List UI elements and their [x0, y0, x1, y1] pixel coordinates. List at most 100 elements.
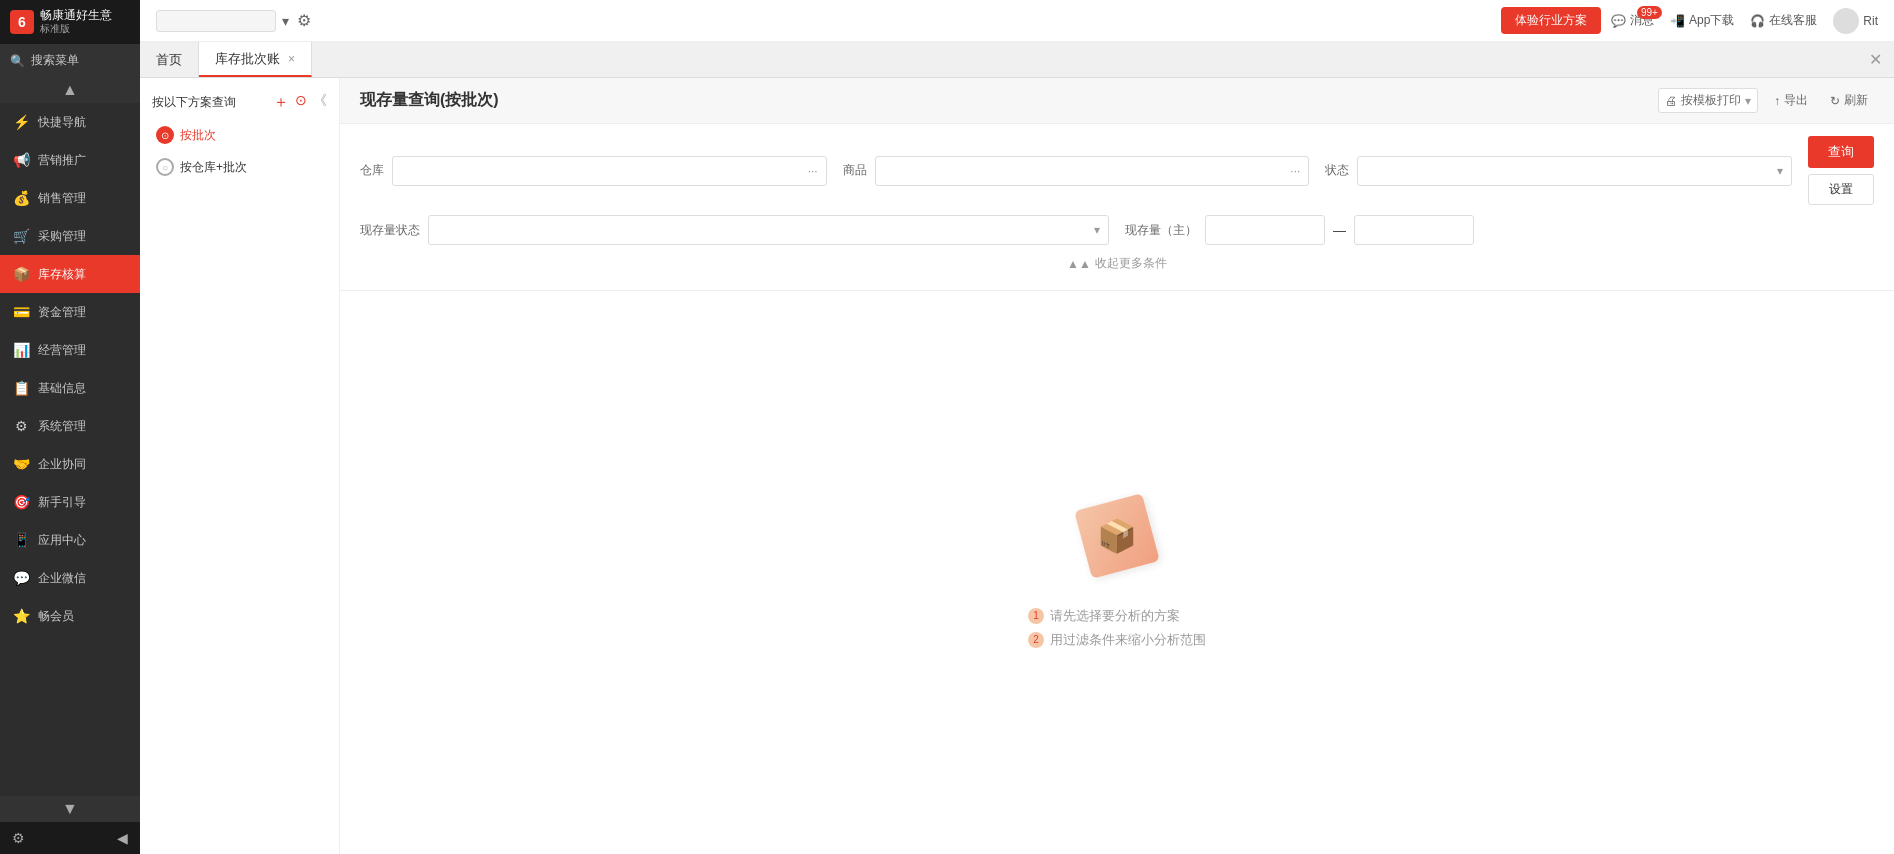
filter-settings-button[interactable]: ⊙ [295, 92, 307, 113]
inventory-qty-label: 现存量（主） [1125, 222, 1197, 239]
sidebar-item-wechat[interactable]: 💬 企业微信 [0, 559, 140, 597]
tip-text-1: 请先选择要分析的方案 [1050, 607, 1180, 625]
sidebar-item-label: 经营管理 [38, 342, 86, 359]
sidebar-item-label: 采购管理 [38, 228, 86, 245]
app-download-label: App下载 [1689, 12, 1734, 29]
topbar-input-area: ▾ ⚙ [156, 9, 1491, 32]
sidebar-item-label: 畅会员 [38, 608, 74, 625]
status-dropdown[interactable]: ▾ [1357, 156, 1792, 186]
sidebar-item-finance[interactable]: 💳 资金管理 [0, 293, 140, 331]
tip-text-2: 用过滤条件来缩小分析范围 [1050, 631, 1206, 649]
app-download-icon: 📲 [1670, 14, 1685, 28]
system-icon: ⚙ [12, 417, 30, 435]
sidebar-item-marketing[interactable]: 📢 营销推广 [0, 141, 140, 179]
tip-item-2: 2 用过滤条件来缩小分析范围 [1028, 631, 1206, 649]
trial-button[interactable]: 体验行业方案 [1501, 7, 1601, 34]
settings-button[interactable]: 设置 [1808, 174, 1874, 205]
sidebar-nav: ⚡ 快捷导航 📢 营销推广 💰 销售管理 🛒 采购管理 📦 库存核算 💳 资金管… [0, 103, 140, 796]
filter-add-button[interactable]: ＋ [273, 92, 289, 113]
tab-inventory-label: 库存批次账 [215, 50, 280, 68]
sidebar-item-sales[interactable]: 💰 销售管理 [0, 179, 140, 217]
search-area: 仓库 ··· 商品 ··· 状态 [340, 124, 1894, 291]
filter-batch-icon: ⊙ [156, 126, 174, 144]
tab-close-icon[interactable]: × [288, 52, 295, 66]
sidebar-item-operations[interactable]: 📊 经营管理 [0, 331, 140, 369]
export-icon: ↑ [1774, 94, 1780, 108]
close-panel-button[interactable]: ✕ [1857, 50, 1894, 69]
sidebar-item-member[interactable]: ⭐ 畅会员 [0, 597, 140, 635]
tip-item-1: 1 请先选择要分析的方案 [1028, 607, 1206, 625]
product-input[interactable]: ··· [875, 156, 1310, 186]
export-button[interactable]: ↑ 导出 [1768, 89, 1814, 112]
warehouse-more-icon[interactable]: ··· [808, 164, 818, 178]
scroll-up-button[interactable]: ▲ [0, 77, 140, 103]
app-download-item[interactable]: 📲 App下载 [1670, 12, 1734, 29]
empty-box-shape [1074, 493, 1160, 579]
tab-home[interactable]: 首页 [140, 42, 199, 77]
topbar-search-input[interactable] [156, 10, 276, 32]
sidebar-item-newbie[interactable]: 🎯 新手引导 [0, 483, 140, 521]
user-item[interactable]: Rit [1833, 8, 1878, 34]
print-dropdown-icon[interactable]: ▾ [1745, 94, 1751, 108]
filter-actions: ＋ ⊙ 《 [273, 92, 327, 113]
basic-icon: 📋 [12, 379, 30, 397]
filter-header-label: 按以下方案查询 [152, 94, 236, 111]
inventory-status-arrow: ▾ [1094, 223, 1100, 237]
sidebar-item-label: 企业协同 [38, 456, 86, 473]
sidebar-item-label: 资金管理 [38, 304, 86, 321]
user-avatar [1833, 8, 1859, 34]
filter-item-by-batch[interactable]: ⊙ 按批次 [140, 119, 339, 151]
sidebar-item-purchase[interactable]: 🛒 采购管理 [0, 217, 140, 255]
sidebar-item-label: 企业微信 [38, 570, 86, 587]
search-menu-item[interactable]: 🔍 搜索菜单 [0, 44, 140, 77]
sidebar-item-label: 营销推广 [38, 152, 86, 169]
topbar-gear-button[interactable]: ⚙ [295, 9, 313, 32]
collapse-sidebar-icon[interactable]: ◀ [117, 830, 128, 846]
search-row-2: 现存量状态 ▾ 现存量（主） — [360, 215, 1874, 245]
filter-panel-header: 按以下方案查询 ＋ ⊙ 《 [140, 86, 339, 119]
scroll-down-button[interactable]: ▼ [0, 796, 140, 822]
search-row-1: 仓库 ··· 商品 ··· 状态 [360, 136, 1874, 205]
product-more-icon[interactable]: ··· [1290, 164, 1300, 178]
sidebar-item-label: 应用中心 [38, 532, 86, 549]
filter-warehouse-batch-label: 按仓库+批次 [180, 159, 247, 176]
company-name: 畅康通好生意 [40, 8, 112, 22]
app-logo: 6 [10, 10, 34, 34]
sidebar-item-system[interactable]: ⚙ 系统管理 [0, 407, 140, 445]
tab-inventory-batch[interactable]: 库存批次账 × [199, 42, 312, 77]
sidebar-item-quick-nav[interactable]: ⚡ 快捷导航 [0, 103, 140, 141]
inventory-status-field: 现存量状态 ▾ [360, 215, 1109, 245]
quick-nav-icon: ⚡ [12, 113, 30, 131]
sidebar-item-label: 销售管理 [38, 190, 86, 207]
page-header: 现存量查询(按批次) 🖨 按模板打印 ▾ ↑ 导出 ↻ 刷新 [340, 78, 1894, 124]
refresh-button[interactable]: ↻ 刷新 [1824, 89, 1874, 112]
settings-icon[interactable]: ⚙ [12, 830, 25, 846]
message-badge: 99+ [1637, 6, 1662, 19]
sidebar-item-enterprise[interactable]: 🤝 企业协同 [0, 445, 140, 483]
inventory-status-select[interactable]: ▾ [428, 215, 1109, 245]
member-icon: ⭐ [12, 607, 30, 625]
warehouse-input[interactable]: ··· [392, 156, 827, 186]
content-area: 按以下方案查询 ＋ ⊙ 《 ⊙ 按批次 ○ 按仓库+批次 现存量查询(按批次) [140, 78, 1894, 854]
sidebar-item-app-center[interactable]: 📱 应用中心 [0, 521, 140, 559]
sidebar-item-inventory[interactable]: 📦 库存核算 [0, 255, 140, 293]
inventory-qty-from[interactable] [1205, 215, 1325, 245]
inventory-qty-to[interactable] [1354, 215, 1474, 245]
print-button[interactable]: 🖨 按模板打印 ▾ [1658, 88, 1758, 113]
collapse-label: 收起更多条件 [1095, 255, 1167, 272]
collapse-bar[interactable]: ▲▲ 收起更多条件 [360, 249, 1874, 278]
filter-item-by-warehouse-batch[interactable]: ○ 按仓库+批次 [140, 151, 339, 183]
message-item[interactable]: 💬 消息 99+ [1611, 12, 1654, 29]
sidebar-footer: ⚙ ◀ [0, 822, 140, 854]
query-button[interactable]: 查询 [1808, 136, 1874, 168]
sidebar-item-basic[interactable]: 📋 基础信息 [0, 369, 140, 407]
empty-tips: 1 请先选择要分析的方案 2 用过滤条件来缩小分析范围 [1028, 607, 1206, 655]
topbar-dropdown-button[interactable]: ▾ [280, 11, 291, 31]
topbar-right: 💬 消息 99+ 📲 App下载 🎧 在线客服 Rit [1611, 8, 1878, 34]
online-service-item[interactable]: 🎧 在线客服 [1750, 12, 1817, 29]
product-label: 商品 [843, 162, 867, 179]
enterprise-icon: 🤝 [12, 455, 30, 473]
purchase-icon: 🛒 [12, 227, 30, 245]
sales-icon: 💰 [12, 189, 30, 207]
filter-collapse-button[interactable]: 《 [313, 92, 327, 113]
